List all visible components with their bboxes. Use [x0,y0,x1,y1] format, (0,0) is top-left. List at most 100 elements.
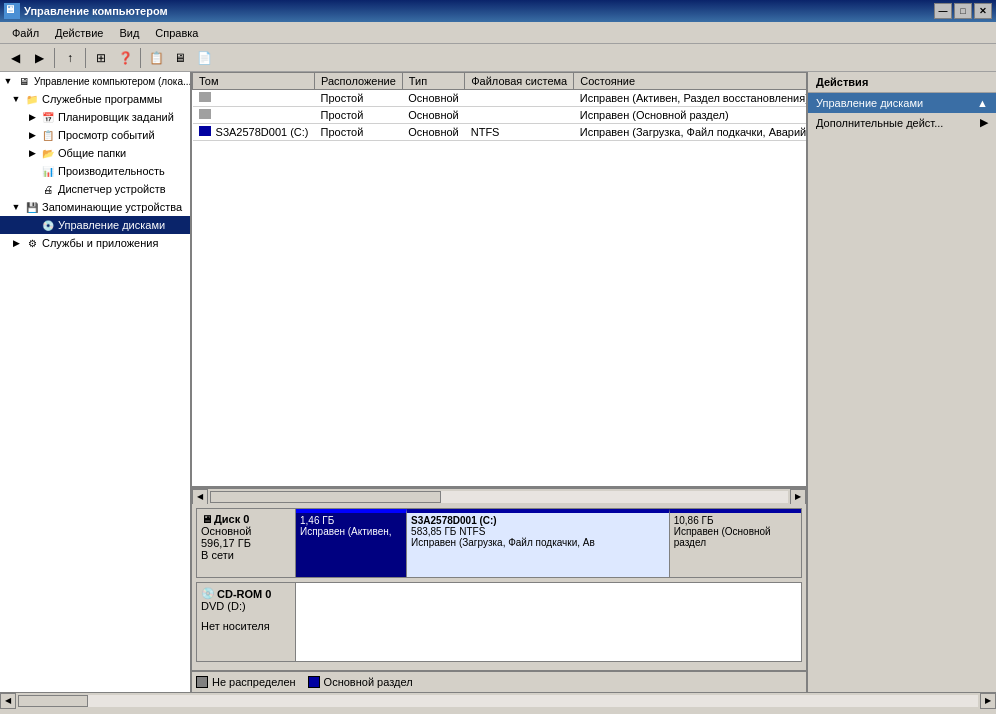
tree-item-diskmgmt[interactable]: ▶ 💿 Управление дисками [0,216,190,234]
tree-item-events[interactable]: ▶ 📋 Просмотр событий [0,126,190,144]
tree-item-perf[interactable]: ▶ 📊 Производительность [0,162,190,180]
toolbar-separator-2 [85,48,86,68]
cdrom-drive: DVD (D:) [201,600,291,612]
scroll-right-button[interactable]: ▶ [790,489,806,505]
display-button[interactable]: 🖥 [169,47,191,69]
left-panel: ▼ 🖥 Управление компьютером (лока... ▼ 📁 … [0,72,192,692]
forward-button[interactable]: ▶ [28,47,50,69]
disk-0-partitions: 1,46 ГБ Исправен (Активен, S3A2578D001 (… [296,508,802,578]
action-item-more[interactable]: Дополнительные дейст... ▶ [808,113,996,132]
menu-help[interactable]: Справка [147,25,206,41]
expand-shared[interactable]: ▶ [24,145,40,161]
tree-item-storage[interactable]: ▼ 💾 Запоминающие устройства [0,198,190,216]
expand-services[interactable]: ▼ [8,91,24,107]
action-item-label: Дополнительные дейст... [816,117,943,129]
disk-0-row: 🖥 Диск 0 Основной 596,17 ГБ В сети 1,46 … [196,508,802,578]
menu-view[interactable]: Вид [111,25,147,41]
col-volume[interactable]: Том [193,73,315,90]
cell-fs-0 [465,90,574,107]
disk-visual-area: 🖥 Диск 0 Основной 596,17 ГБ В сети 1,46 … [192,504,806,670]
scroll-track[interactable] [210,491,788,503]
toolbar-separator-1 [54,48,55,68]
partition-0-2[interactable]: 10,86 ГБ Исправен (Основной раздел [670,509,801,577]
maximize-button[interactable]: □ [954,3,972,19]
disk-0-status: В сети [201,549,291,561]
disk-0-name: 🖥 Диск 0 [201,513,291,525]
action-section-diskmgmt[interactable]: Управление дисками ▲ [808,93,996,113]
table-row[interactable]: Простой Основной Исправен (Активен, Разд… [193,90,807,107]
middle-panel: Том Расположение Тип Файловая система Со… [192,72,806,692]
up-button[interactable]: ↑ [59,47,81,69]
disk-table-area[interactable]: Том Расположение Тип Файловая система Со… [192,72,806,488]
expand-storage[interactable]: ▼ [8,199,24,215]
chevron-right-icon: ▶ [980,116,988,129]
tree-item-services[interactable]: ▼ 📁 Служебные программы [0,90,190,108]
cdrom-status: Нет носителя [201,620,291,632]
menu-action[interactable]: Действие [47,25,111,41]
legend-label-primary: Основной раздел [324,676,413,688]
cell-type-0: Основной [402,90,464,107]
cell-status-0: Исправен (Активен, Раздел восстановления… [574,90,806,107]
horizontal-scrollbar[interactable]: ◀ ▶ [192,488,806,504]
tree-root[interactable]: ▼ 🖥 Управление компьютером (лока... [0,72,190,90]
partition-0-0[interactable]: 1,46 ГБ Исправен (Активен, [296,509,407,577]
cell-name-1 [193,107,315,124]
col-fs[interactable]: Файловая система [465,73,574,90]
partition-status-2: Исправен (Основной раздел [674,526,797,548]
scroll-left-button[interactable]: ◀ [192,489,208,505]
partition-0-1[interactable]: S3A2578D001 (C:) 583,85 ГБ NTFS Исправен… [407,509,670,577]
menu-file[interactable]: Файл [4,25,47,41]
legend-primary: Основной раздел [308,676,413,688]
bottom-scroll-track[interactable] [18,695,978,707]
tree-item-shared[interactable]: ▶ 📂 Общие папки [0,144,190,162]
cdrom-icon: 💿 [201,587,215,600]
scroll-thumb[interactable] [210,491,441,503]
cell-type-2: Основной [402,124,464,141]
show-hide-button[interactable]: ⊞ [90,47,112,69]
perf-icon: 📊 [40,163,56,179]
export-button[interactable]: 📄 [193,47,215,69]
tree-item-scheduler[interactable]: ▶ 📅 Планировщик заданий [0,108,190,126]
scroll-bottom-left-button[interactable]: ◀ [0,693,16,709]
expand-svcapp[interactable]: ▶ [8,235,24,251]
minimize-button[interactable]: — [934,3,952,19]
col-status[interactable]: Состояние [574,73,806,90]
cell-location-1: Простой [315,107,403,124]
tree-root-label: Управление компьютером (лока... [34,76,191,87]
drive-icon-2 [199,126,211,136]
bottom-scrollbar[interactable]: ◀ ▶ [0,692,996,708]
tree-item-devmgr[interactable]: ▶ 🖨 Диспетчер устройств [0,180,190,198]
scroll-bottom-right-button[interactable]: ▶ [980,693,996,709]
svcapp-icon: ⚙ [24,235,40,251]
events-icon: 📋 [40,127,56,143]
tree-item-svcapp[interactable]: ▶ ⚙ Службы и приложения [0,234,190,252]
col-location[interactable]: Расположение [315,73,403,90]
disk-0-label: 🖥 Диск 0 Основной 596,17 ГБ В сети [196,508,296,578]
legend-label-unallocated: Не распределен [212,676,296,688]
expand-scheduler[interactable]: ▶ [24,109,40,125]
table-row[interactable]: Простой Основной Исправен (Основной разд… [193,107,807,124]
right-panel: Действия Управление дисками ▲ Дополнител… [806,72,996,692]
title-bar-text: Управление компьютером [24,5,168,17]
expand-events[interactable]: ▶ [24,127,40,143]
folder-icon: 📁 [24,91,40,107]
cell-type-1: Основной [402,107,464,124]
app-icon: 🖥 [4,3,20,19]
partition-status-label: Исправен (Активен, [300,526,402,537]
expand-root[interactable]: ▼ [0,73,16,89]
toolbar-separator-3 [140,48,141,68]
bottom-scroll-thumb[interactable] [18,695,88,707]
properties-button[interactable]: 📋 [145,47,167,69]
table-row[interactable]: S3A2578D001 (C:) Простой Основной NTFS И… [193,124,807,141]
scheduler-icon: 📅 [40,109,56,125]
cell-fs-2: NTFS [465,124,574,141]
disk-table: Том Расположение Тип Файловая система Со… [192,72,806,141]
cell-status-1: Исправен (Основной раздел) [574,107,806,124]
help-button[interactable]: ❓ [114,47,136,69]
cell-fs-1 [465,107,574,124]
cell-location-0: Простой [315,90,403,107]
back-button[interactable]: ◀ [4,47,26,69]
diskmgmt-icon: 💿 [40,217,56,233]
col-type[interactable]: Тип [402,73,464,90]
close-button[interactable]: ✕ [974,3,992,19]
